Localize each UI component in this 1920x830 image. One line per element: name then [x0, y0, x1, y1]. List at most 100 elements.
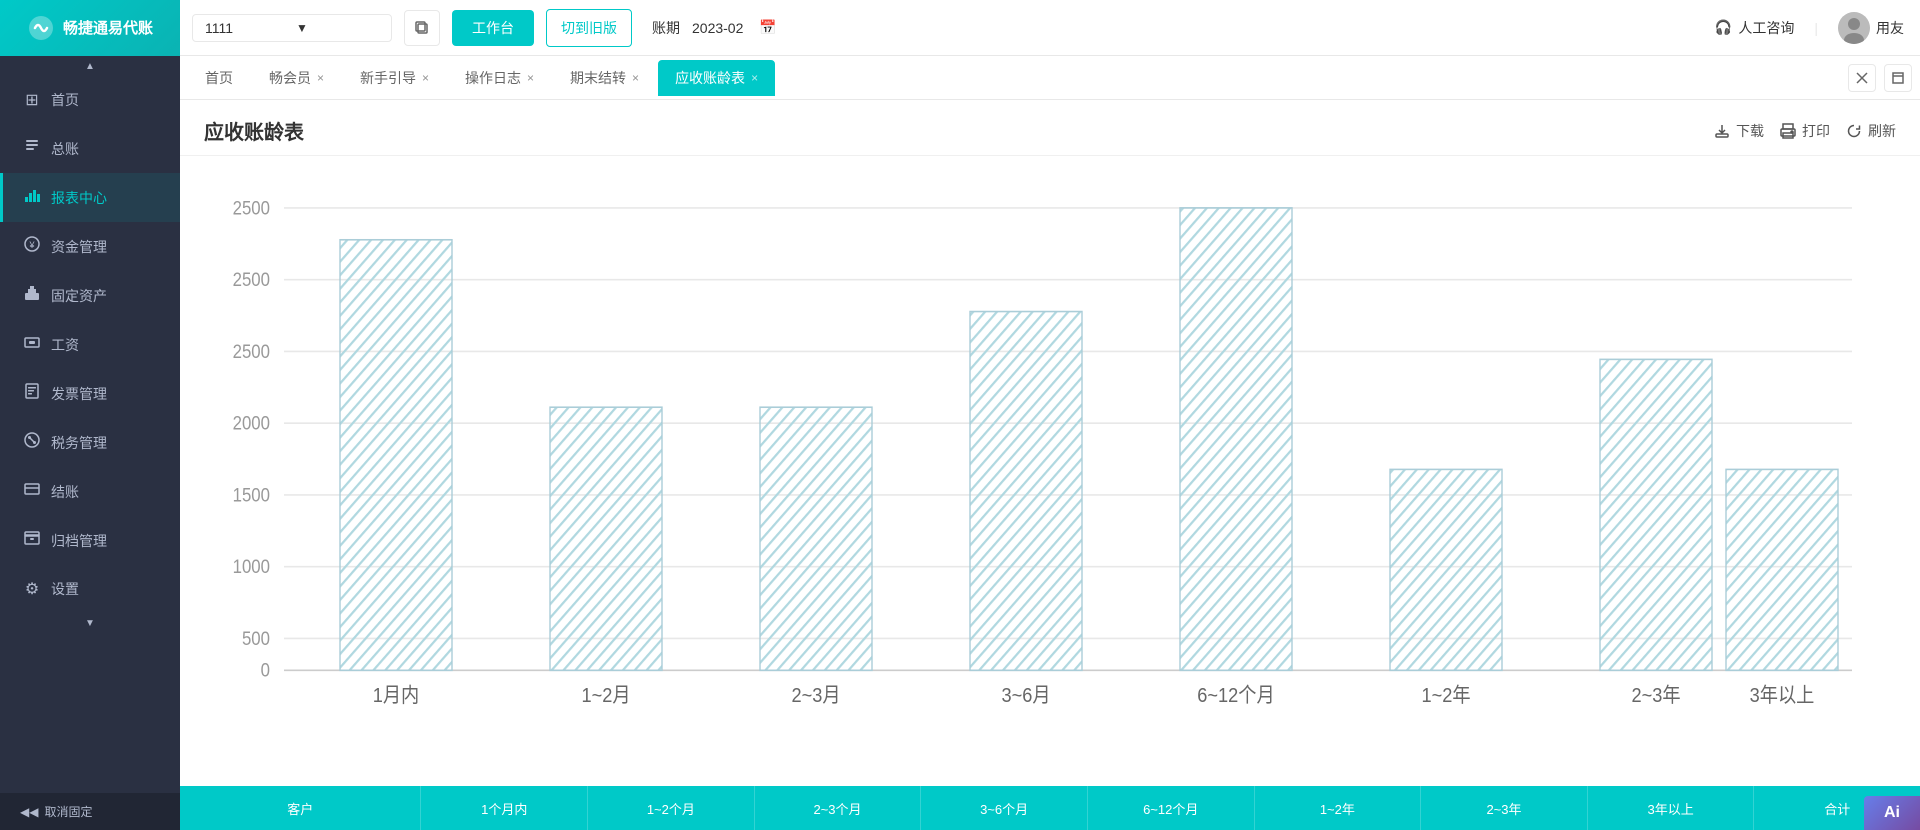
sidebar-item-archive[interactable]: 归档管理 — [0, 516, 180, 565]
print-button[interactable]: 打印 — [1780, 121, 1830, 141]
headset-icon: 🎧 — [1715, 19, 1732, 36]
tab-expand-button[interactable] — [1884, 64, 1912, 92]
sidebar-scroll-down[interactable]: ▼ — [0, 613, 180, 633]
sidebar-item-ledger[interactable]: 总账 — [0, 124, 180, 173]
print-label: 打印 — [1802, 121, 1830, 141]
svg-text:2~3年: 2~3年 — [1631, 684, 1680, 707]
svg-text:3年以上: 3年以上 — [1750, 684, 1815, 707]
consult-button[interactable]: 🎧 人工咨询 — [1715, 18, 1794, 38]
sidebar-item-invoice[interactable]: 发票管理 — [0, 369, 180, 418]
sidebar: ▲ ⊞ 首页 总账 报表中心 ¥ 资金管理 固定资产 — [0, 56, 180, 830]
tab-home[interactable]: 首页 — [188, 60, 250, 96]
chevron-down-icon: ▼ — [296, 21, 379, 35]
svg-text:2~3月: 2~3月 — [791, 684, 840, 707]
sidebar-scroll-up[interactable]: ▲ — [0, 56, 180, 76]
sidebar-label-finance: 资金管理 — [51, 237, 107, 257]
tab-guide-close[interactable]: × — [422, 72, 429, 84]
tab-aging-close[interactable]: × — [751, 72, 758, 84]
sidebar-item-finance[interactable]: ¥ 资金管理 — [0, 222, 180, 271]
sidebar-label-invoice: 发票管理 — [51, 384, 107, 404]
col-1m: 1个月内 — [421, 786, 588, 830]
page-actions: 下载 打印 — [1714, 121, 1896, 141]
sidebar-label-home: 首页 — [51, 90, 79, 110]
logo-text: 畅捷通易代账 — [63, 17, 153, 38]
table-header: 客户 1个月内 1~2个月 2~3个月 3~6个月 6~12个月 — [180, 786, 1920, 830]
sidebar-item-checkout[interactable]: 结账 — [0, 467, 180, 516]
tab-period-end[interactable]: 期末结转 × — [553, 60, 656, 96]
svg-text:3~6月: 3~6月 — [1001, 684, 1050, 707]
refresh-label: 刷新 — [1868, 121, 1896, 141]
ledger-icon — [23, 138, 41, 159]
content-area: 首页 畅会员 × 新手引导 × 操作日志 × 期末结转 × 应收账龄表 × — [180, 56, 1920, 830]
tab-guide-label: 新手引导 — [360, 68, 416, 88]
sidebar-label-salary: 工资 — [51, 335, 79, 355]
calendar-icon[interactable]: 📅 — [759, 19, 776, 36]
tab-guide[interactable]: 新手引导 × — [343, 60, 446, 96]
home-icon: ⊞ — [23, 90, 41, 110]
salary-icon — [23, 334, 41, 355]
svg-text:1~2年: 1~2年 — [1421, 684, 1470, 707]
refresh-button[interactable]: 刷新 — [1846, 121, 1896, 141]
sidebar-item-salary[interactable]: 工资 — [0, 320, 180, 369]
finance-icon: ¥ — [23, 236, 41, 257]
svg-text:0: 0 — [261, 660, 270, 681]
tab-period-end-close[interactable]: × — [632, 72, 639, 84]
tab-period-end-label: 期末结转 — [570, 68, 626, 88]
sidebar-item-assets[interactable]: 固定资产 — [0, 271, 180, 320]
sidebar-item-tax[interactable]: 税务管理 — [0, 418, 180, 467]
workspace-button[interactable]: 工作台 — [452, 10, 534, 46]
page-header: 应收账龄表 下载 — [180, 100, 1920, 156]
user-button[interactable]: 用友 — [1838, 12, 1904, 44]
copy-button[interactable] — [404, 10, 440, 46]
bar-chart: 2500 2500 2500 2000 1500 1000 500 0 — [200, 176, 1880, 766]
settings-icon: ⚙ — [23, 579, 41, 599]
svg-text:1000: 1000 — [233, 556, 270, 577]
unpin-label: 取消固定 — [44, 803, 92, 820]
sidebar-item-settings[interactable]: ⚙ 设置 — [0, 565, 180, 613]
tab-oplog-label: 操作日志 — [465, 68, 521, 88]
tabs-actions — [1848, 64, 1912, 92]
chart-wrap: 2500 2500 2500 2000 1500 1000 500 0 — [200, 176, 1880, 766]
col-3-6m: 3~6个月 — [921, 786, 1088, 830]
sidebar-label-ledger: 总账 — [51, 139, 79, 159]
logo: 畅捷通易代账 — [0, 0, 180, 56]
svg-text:1月内: 1月内 — [373, 684, 420, 707]
svg-text:2500: 2500 — [233, 197, 270, 218]
archive-icon — [23, 530, 41, 551]
consult-label: 人工咨询 — [1738, 18, 1794, 38]
assets-icon — [23, 285, 41, 306]
tab-oplog[interactable]: 操作日志 × — [448, 60, 551, 96]
sidebar-label-assets: 固定资产 — [51, 286, 107, 306]
tab-member-close[interactable]: × — [317, 72, 324, 84]
unpin-button[interactable]: ◀◀ 取消固定 — [0, 793, 180, 830]
tab-member[interactable]: 畅会员 × — [252, 60, 341, 96]
checkout-icon — [23, 481, 41, 502]
sidebar-label-checkout: 结账 — [51, 482, 79, 502]
ai-label: Ai — [1884, 804, 1900, 821]
header-right: 🎧 人工咨询 | 用友 — [1715, 12, 1904, 44]
svg-text:6~12个月: 6~12个月 — [1197, 684, 1274, 707]
company-selector[interactable]: 1111 ▼ — [192, 14, 392, 42]
tab-close-all-button[interactable] — [1848, 64, 1876, 92]
user-label: 用友 — [1876, 18, 1904, 38]
invoice-icon — [23, 383, 41, 404]
sidebar-item-reports[interactable]: 报表中心 — [0, 173, 180, 222]
tab-aging-label: 应收账龄表 — [675, 68, 745, 88]
period-label: 账期 — [652, 18, 680, 38]
download-button[interactable]: 下载 — [1714, 121, 1764, 141]
col-1-2m: 1~2个月 — [588, 786, 755, 830]
sidebar-label-archive: 归档管理 — [51, 531, 107, 551]
tax-icon — [23, 432, 41, 453]
svg-text:¥: ¥ — [28, 240, 35, 250]
sidebar-item-home[interactable]: ⊞ 首页 — [0, 76, 180, 124]
period-value: 2023-02 — [692, 20, 743, 36]
version-button[interactable]: 切到旧版 — [546, 9, 632, 47]
col-1-2y: 1~2年 — [1255, 786, 1422, 830]
tab-oplog-close[interactable]: × — [527, 72, 534, 84]
pin-icon: ◀◀ — [20, 805, 38, 819]
tab-aging[interactable]: 应收账龄表 × — [658, 60, 775, 96]
ai-badge[interactable]: Ai — [1864, 796, 1920, 830]
download-label: 下载 — [1736, 121, 1764, 141]
tabs-bar: 首页 畅会员 × 新手引导 × 操作日志 × 期末结转 × 应收账龄表 × — [180, 56, 1920, 100]
col-6-12m: 6~12个月 — [1088, 786, 1255, 830]
